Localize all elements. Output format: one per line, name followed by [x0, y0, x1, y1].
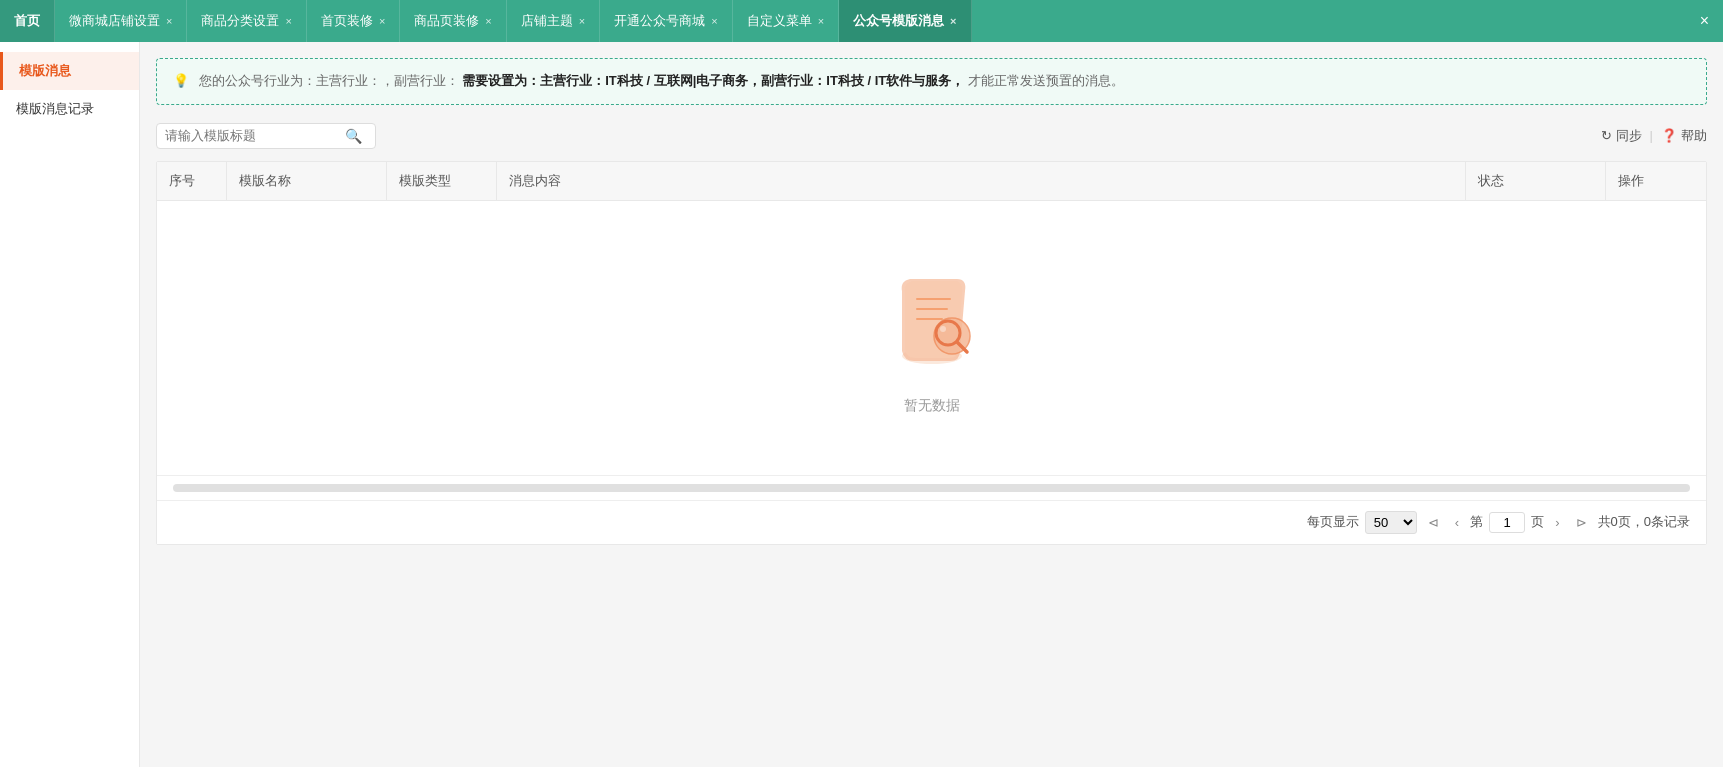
main-content: 💡 您的公众号行业为：主营行业：，副营行业： 需要设置为：主营行业：IT科技 /… — [140, 42, 1723, 767]
toolbar-right: ↻ 同步 | ❓ 帮助 — [1601, 127, 1707, 145]
nav-tab-7-close[interactable]: × — [818, 15, 824, 27]
sidebar-item-template-message[interactable]: 模版消息 — [0, 52, 139, 90]
th-status: 状态 — [1466, 162, 1606, 200]
close-all-button[interactable]: × — [1686, 0, 1723, 42]
sync-label: 同步 — [1616, 127, 1642, 145]
first-page-button[interactable]: ⊲ — [1423, 513, 1444, 532]
help-label: 帮助 — [1681, 127, 1707, 145]
pagination-summary: 共0页，0条记录 — [1598, 513, 1690, 531]
svg-point-7 — [940, 326, 946, 332]
sync-icon: ↻ — [1601, 128, 1612, 143]
nav-tab-3-close[interactable]: × — [379, 15, 385, 27]
page-label: 第 — [1470, 513, 1483, 531]
pagination: 每页显示 10 20 50 100 ⊲ ‹ 第 页 › ⊳ 共0页，0条记录 — [157, 500, 1706, 544]
nav-tab-2-label: 商品分类设置 — [201, 12, 279, 30]
nav-tab-3[interactable]: 首页装修 × — [307, 0, 400, 42]
nav-tab-home[interactable]: 首页 — [0, 0, 55, 42]
nav-tab-4-close[interactable]: × — [485, 15, 491, 27]
nav-tab-8-label: 公众号模版消息 — [853, 12, 944, 30]
th-type: 模版类型 — [387, 162, 497, 200]
nav-tab-7-label: 自定义菜单 — [747, 12, 812, 30]
sidebar-item-template-message-record-label: 模版消息记录 — [16, 101, 94, 116]
help-button[interactable]: ❓ 帮助 — [1661, 127, 1707, 145]
notice-icon: 💡 — [173, 73, 189, 88]
nav-tab-8-close[interactable]: × — [950, 15, 956, 27]
layout: 模版消息 模版消息记录 💡 您的公众号行业为：主营行业：，副营行业： 需要设置为… — [0, 42, 1723, 767]
empty-text: 暂无数据 — [904, 397, 960, 415]
nav-tab-4[interactable]: 商品页装修 × — [400, 0, 506, 42]
last-page-button[interactable]: ⊳ — [1571, 513, 1592, 532]
nav-tab-3-label: 首页装修 — [321, 12, 373, 30]
th-action: 操作 — [1606, 162, 1706, 200]
nav-tab-4-label: 商品页装修 — [414, 12, 479, 30]
nav-tab-home-label: 首页 — [14, 12, 40, 30]
nav-tab-1[interactable]: 微商城店铺设置 × — [55, 0, 187, 42]
fake-scrollbar[interactable] — [173, 484, 1690, 492]
nav-tab-8[interactable]: 公众号模版消息 × — [839, 0, 971, 42]
empty-illustration — [872, 261, 992, 381]
empty-state: 暂无数据 — [157, 201, 1706, 475]
help-icon: ❓ — [1661, 128, 1677, 143]
nav-tab-2-close[interactable]: × — [285, 15, 291, 27]
table-wrap: 序号 模版名称 模版类型 消息内容 状态 操作 — [156, 161, 1707, 545]
nav-tab-6-label: 开通公众号商城 — [614, 12, 705, 30]
nav-tab-1-close[interactable]: × — [166, 15, 172, 27]
sync-button[interactable]: ↻ 同步 — [1601, 127, 1642, 145]
page-number-input[interactable] — [1489, 512, 1525, 533]
th-name: 模版名称 — [227, 162, 387, 200]
table-header: 序号 模版名称 模版类型 消息内容 状态 操作 — [157, 162, 1706, 201]
next-page-button[interactable]: › — [1550, 513, 1564, 532]
notice-suffix: 才能正常发送预置的消息。 — [968, 73, 1124, 88]
nav-tab-5-close[interactable]: × — [579, 15, 585, 27]
toolbar-divider: | — [1650, 128, 1653, 143]
nav-tab-6[interactable]: 开通公众号商城 × — [600, 0, 732, 42]
sidebar: 模版消息 模版消息记录 — [0, 42, 140, 767]
nav-tab-2[interactable]: 商品分类设置 × — [187, 0, 306, 42]
per-page-select[interactable]: 10 20 50 100 — [1365, 511, 1417, 534]
nav-tab-5-label: 店铺主题 — [521, 12, 573, 30]
page-unit: 页 — [1531, 513, 1544, 531]
th-content: 消息内容 — [497, 162, 1466, 200]
nav-tab-5[interactable]: 店铺主题 × — [507, 0, 600, 42]
nav-tab-7[interactable]: 自定义菜单 × — [733, 0, 839, 42]
search-row: 🔍 ↻ 同步 | ❓ 帮助 — [156, 123, 1707, 149]
search-button[interactable]: 🔍 — [345, 128, 362, 144]
sidebar-item-template-message-label: 模版消息 — [19, 63, 71, 78]
top-nav: 首页 微商城店铺设置 × 商品分类设置 × 首页装修 × 商品页装修 × 店铺主… — [0, 0, 1723, 42]
per-page-label: 每页显示 — [1307, 513, 1359, 531]
prev-page-button[interactable]: ‹ — [1450, 513, 1464, 532]
search-input[interactable] — [165, 128, 345, 143]
notice-box: 💡 您的公众号行业为：主营行业：，副营行业： 需要设置为：主营行业：IT科技 /… — [156, 58, 1707, 105]
notice-prefix: 您的公众号行业为：主营行业：，副营行业： — [199, 73, 459, 88]
th-index: 序号 — [157, 162, 227, 200]
sidebar-item-template-message-record[interactable]: 模版消息记录 — [0, 90, 139, 128]
nav-tab-1-label: 微商城店铺设置 — [69, 12, 160, 30]
scrollbar-area — [157, 475, 1706, 500]
notice-highlight: 需要设置为：主营行业：IT科技 / 互联网|电子商务，副营行业：IT科技 / I… — [462, 73, 964, 88]
search-input-wrap: 🔍 — [156, 123, 376, 149]
nav-tab-6-close[interactable]: × — [711, 15, 717, 27]
